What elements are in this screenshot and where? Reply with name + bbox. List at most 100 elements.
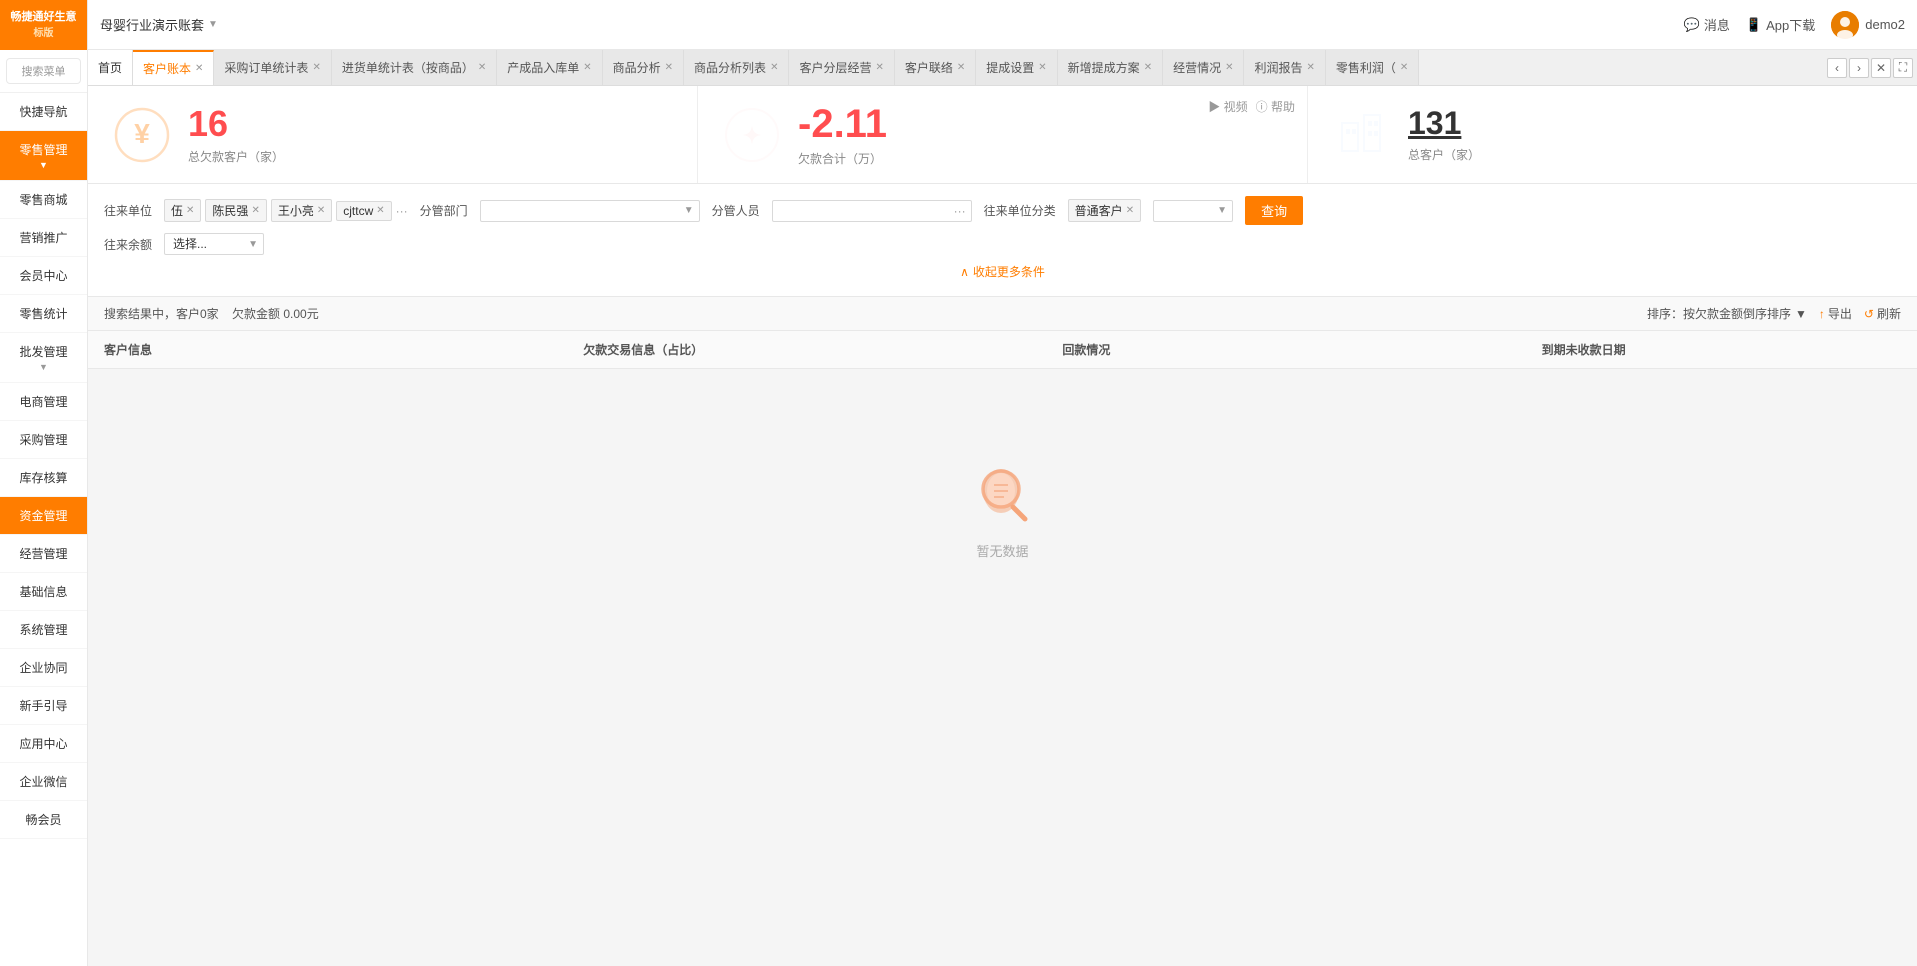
sidebar-item-purchase-mgmt[interactable]: 采购管理 [0,421,87,459]
tab-purchase-order-stats[interactable]: 采购订单统计表 ✕ [214,50,331,86]
sidebar-item-app-center[interactable]: 应用中心 [0,725,87,763]
tab-product-inbound-close[interactable]: ✕ [583,62,591,73]
stat-debt-label: 欠款合计（万） [798,150,1283,167]
tab-commission-settings-close[interactable]: ✕ [1038,62,1046,73]
tab-business-status[interactable]: 经营情况 ✕ [1163,50,1244,86]
help-label: 帮助 [1271,100,1295,114]
tab-purchase-order-stats-close[interactable]: ✕ [312,62,320,73]
export-button[interactable]: ↑ 导出 [1819,305,1852,322]
sidebar-item-wholesale-mgmt[interactable]: 批发管理 ▼ [0,333,87,383]
tab-product-inbound[interactable]: 产成品入库单 ✕ [497,50,602,86]
sidebar-item-inventory[interactable]: 库存核算 [0,459,87,497]
sidebar-item-retail-mall[interactable]: 零售商城 [0,181,87,219]
retail-mgmt-arrow: ▼ [39,160,48,170]
tab-inbound-stats-close[interactable]: ✕ [478,62,486,73]
sidebar-item-ecom-mgmt[interactable]: 电商管理 [0,383,87,421]
tab-customer-contact-close[interactable]: ✕ [957,62,965,73]
tag-wu-label: 伍 [171,202,183,219]
tab-profit-report-label: 利润报告 [1254,59,1302,76]
tab-profit-report-close[interactable]: ✕ [1307,62,1315,73]
empty-state-icon [963,449,1043,529]
tab-fullscreen-button[interactable]: ⛶ [1893,58,1913,78]
tag-chen-close[interactable]: ✕ [251,205,259,216]
user-menu[interactable]: demo2 [1831,11,1905,39]
tab-product-analysis[interactable]: 商品分析 ✕ [603,50,684,86]
tab-business-status-close[interactable]: ✕ [1225,62,1233,73]
tag-cjttcw-close[interactable]: ✕ [376,205,384,216]
stat-card-total-customers: 131 总客户（家） [1308,86,1917,183]
tab-customer-account[interactable]: 客户账本 ✕ [133,50,214,86]
member-center-label: 会员中心 [19,269,67,283]
tab-new-commission[interactable]: 新增提成方案 ✕ [1058,50,1163,86]
sidebar-item-marketing[interactable]: 营销推广 [0,219,87,257]
query-button[interactable]: 查询 [1245,196,1303,225]
video-help-btn[interactable]: ▶ 视频 [1208,98,1247,115]
messages-button[interactable]: 💬 消息 [1684,15,1730,34]
unit-class-select[interactable] [1153,200,1233,222]
help-btn[interactable]: ⓘ 帮助 [1256,98,1295,115]
sidebar-item-finance-mgmt[interactable]: 资金管理 [0,497,87,535]
search-menu-button[interactable]: 搜索菜单 [6,58,81,84]
tab-product-analysis-close[interactable]: ✕ [665,62,673,73]
business-mgmt-label: 经营管理 [19,547,67,561]
manager-input[interactable] [772,200,972,222]
tab-new-commission-close[interactable]: ✕ [1144,62,1152,73]
tab-retail-profit-close[interactable]: ✕ [1400,62,1408,73]
stat-customers-label: 总欠款客户（家） [188,148,673,165]
filter-more-tags[interactable]: ··· [396,204,408,218]
tab-customer-account-close[interactable]: ✕ [195,63,203,74]
refresh-icon: ↺ [1864,307,1874,321]
sidebar-item-enterprise-wechat[interactable]: 企业微信 [0,763,87,801]
tag-wu-close[interactable]: ✕ [186,205,194,216]
sidebar-item-retail-stats[interactable]: 零售统计 [0,295,87,333]
tab-product-analysis-list[interactable]: 商品分析列表 ✕ [684,50,789,86]
manager-input-wrapper: ··· [772,200,972,222]
play-icon: ▶ [1208,100,1220,114]
filter-tag-cjttcw: cjttcw ✕ [336,201,391,221]
sidebar-item-basic-info[interactable]: 基础信息 [0,573,87,611]
tabbar-arrows: ‹ › ✕ ⛶ [1827,58,1917,78]
tab-prev-button[interactable]: ‹ [1827,58,1847,78]
avatar [1831,11,1859,39]
sidebar-item-sys-mgmt[interactable]: 系统管理 [0,611,87,649]
tab-customer-tier[interactable]: 客户分层经营 ✕ [789,50,894,86]
account-selector[interactable]: 母婴行业演示账套 ▼ [100,15,218,34]
retail-mall-label: 零售商城 [19,193,67,207]
manager-more-btn[interactable]: ··· [954,204,966,218]
tab-inbound-stats[interactable]: 进货单统计表（按商品） ✕ [332,50,497,86]
tab-customer-contact[interactable]: 客户联络 ✕ [895,50,976,86]
refresh-button[interactable]: ↺ 刷新 [1864,305,1901,322]
sidebar-item-member-center[interactable]: 会员中心 [0,257,87,295]
tab-home-label: 首页 [98,59,122,76]
tag-wang-close[interactable]: ✕ [317,205,325,216]
stat-helpers: ▶ 视频 ⓘ 帮助 [1208,98,1295,115]
filter-section: 往来单位 伍 ✕ 陈民强 ✕ 王小亮 ✕ cjttcw [88,184,1917,297]
department-select[interactable] [480,200,700,222]
sidebar-item-business-mgmt[interactable]: 经营管理 [0,535,87,573]
app-download-button[interactable]: 📱 App下载 [1746,15,1815,34]
tab-home[interactable]: 首页 [88,50,133,86]
wholesale-mgmt-label: 批发管理 [19,343,67,360]
tab-next-button[interactable]: › [1849,58,1869,78]
tab-commission-settings[interactable]: 提成设置 ✕ [976,50,1057,86]
tab-close-all-button[interactable]: ✕ [1871,58,1891,78]
tag-normal-customer-close[interactable]: ✕ [1126,205,1134,216]
sidebar-item-retail-mgmt[interactable]: 零售管理 ▼ [0,131,87,181]
tab-purchase-order-stats-label: 采购订单统计表 [224,59,308,76]
table-col-repayment: 回款情况 [1062,341,1541,358]
collapse-button[interactable]: ∧ 收起更多条件 [104,263,1901,280]
tab-product-analysis-list-close[interactable]: ✕ [770,62,778,73]
export-label: 导出 [1828,305,1852,322]
sidebar-item-enterprise-collab[interactable]: 企业协同 [0,649,87,687]
tab-customer-tier-close[interactable]: ✕ [875,62,883,73]
topbar-right: 💬 消息 📱 App下载 demo2 [1684,11,1905,39]
sidebar-item-newbie-guide[interactable]: 新手引导 [0,687,87,725]
sidebar-item-chang-member[interactable]: 畅会员 [0,801,87,839]
sidebar-item-quick-nav[interactable]: 快捷导航 [0,93,87,131]
tab-profit-report[interactable]: 利润报告 ✕ [1244,50,1325,86]
video-label: 视频 [1224,100,1248,114]
tab-retail-profit[interactable]: 零售利润（ ✕ [1326,50,1419,86]
tab-new-commission-label: 新增提成方案 [1068,59,1140,76]
sort-button[interactable]: 排序：按欠款金额倒序排序 ▼ [1647,305,1807,322]
remaining-select[interactable]: 选择... [164,233,264,255]
